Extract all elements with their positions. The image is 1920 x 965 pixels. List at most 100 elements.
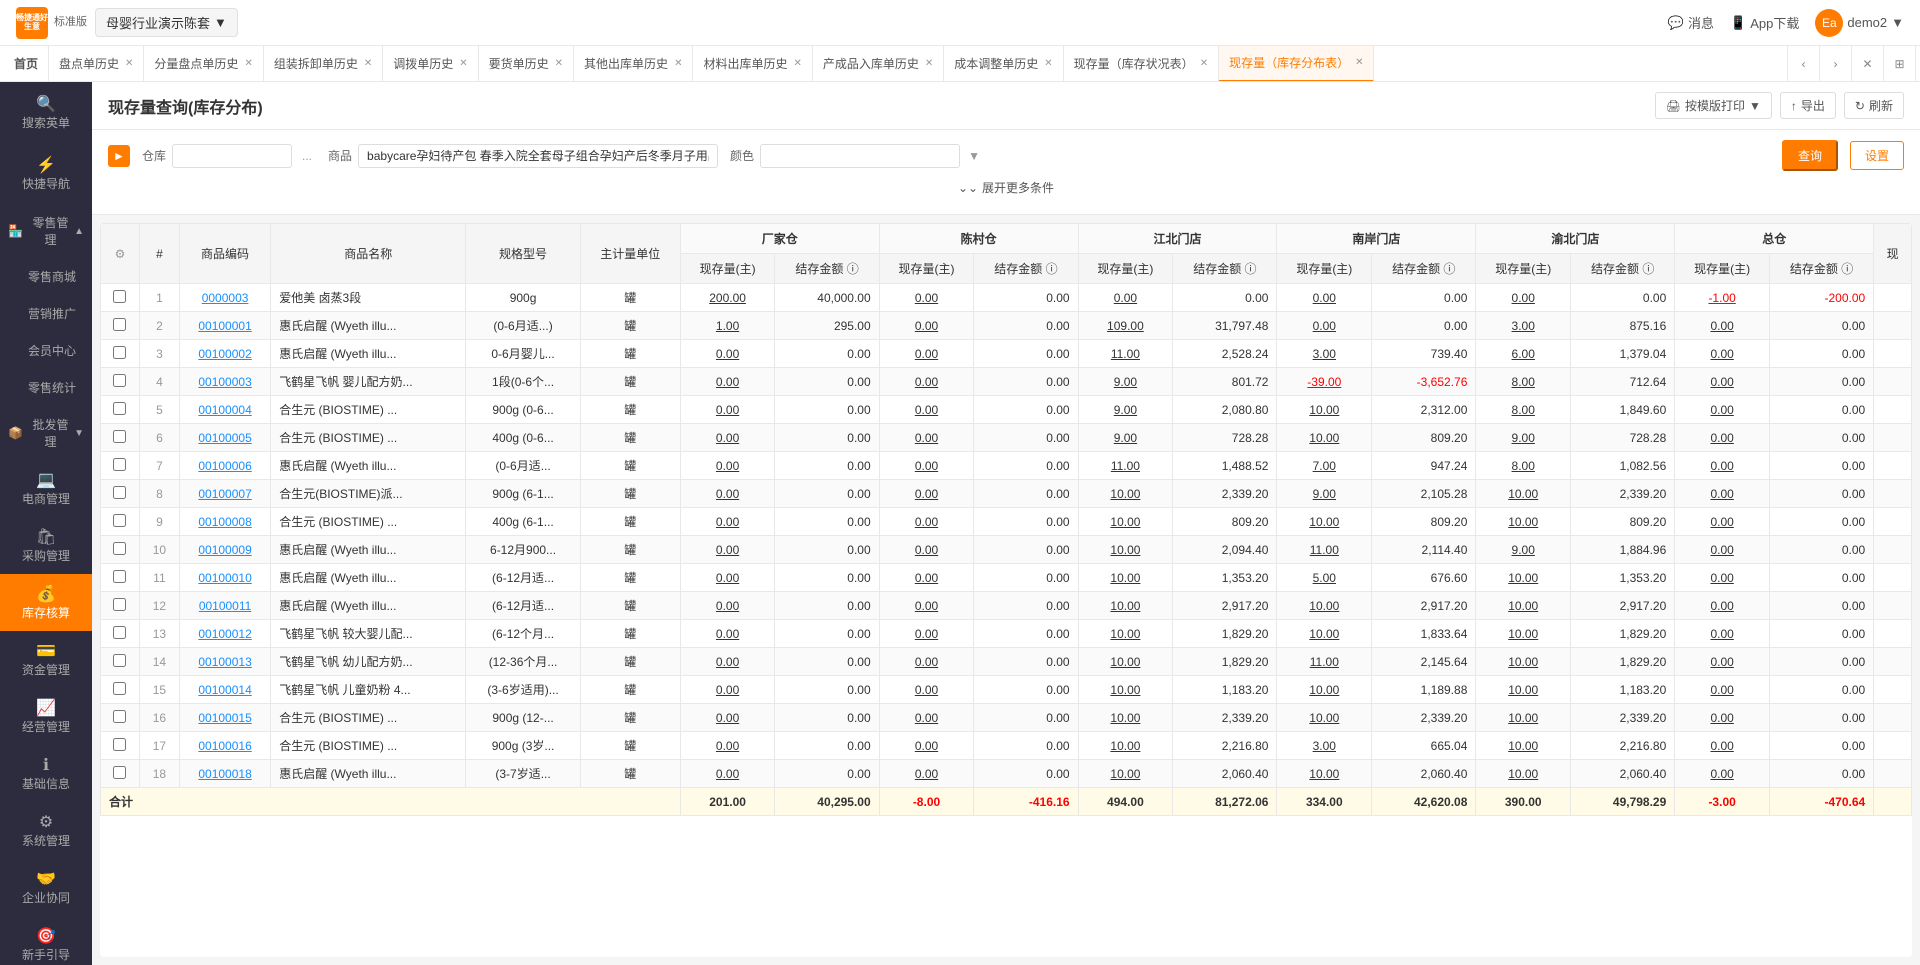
row-spec: 0-6月婴儿... [466,340,581,368]
tab-4[interactable]: 调拨单历史 ✕ [383,46,478,82]
row-j-amt: 2,528.24 [1173,340,1277,368]
row-checkbox[interactable] [101,564,140,592]
row-checkbox[interactable] [101,312,140,340]
sidebar-item-nav[interactable]: ⚡ 快捷导航 [0,143,92,204]
row-name: 飞鹤星飞帆 儿童奶粉 4... [271,676,466,704]
row-checkbox[interactable] [101,480,140,508]
tab-8[interactable]: 产成品入库单历史 ✕ [813,46,944,82]
sum-t-amt: -470.64 [1769,788,1873,816]
sidebar-item-business[interactable]: 📈 经营管理 [0,688,92,745]
settings-btn[interactable]: 设置 [1850,141,1904,170]
query-btn[interactable]: 查询 [1782,140,1838,171]
sidebar-item-marketing[interactable]: 营销推广 [0,295,92,332]
row-checkbox[interactable] [101,508,140,536]
row-spec: 900g (6-1... [466,480,581,508]
tab-10[interactable]: 现存量（库存状况表）✕ [1064,46,1219,82]
sidebar-item-purchase[interactable]: 🛍 采购管理 [0,517,92,574]
tab-close-icon[interactable]: ✕ [793,58,801,69]
row-checkbox[interactable] [101,424,140,452]
tab-prev-btn[interactable]: ‹ [1788,46,1820,82]
row-checkbox[interactable] [101,760,140,788]
industry-selector[interactable]: 母婴行业演示陈套 ▼ [95,8,238,37]
col-gear[interactable]: ⚙ [101,224,140,284]
tab-11-active[interactable]: 现存量（库存分布表）✕ [1219,46,1374,82]
tab-1[interactable]: 盘点单历史 ✕ [49,46,144,82]
print-btn[interactable]: 🖨 按模版打印 ▼ [1655,92,1772,119]
sidebar-item-member[interactable]: 会员中心 [0,332,92,369]
row-checkbox[interactable] [101,648,140,676]
row-j-qty: 10.00 [1078,676,1173,704]
sidebar-item-inventory[interactable]: 💰 库存核算 [0,574,92,631]
basic-icon: ℹ [4,755,88,775]
tab-expand-btn[interactable]: ⊞ [1884,46,1916,82]
tab-2[interactable]: 分量盘点单历史 ✕ [144,46,263,82]
goods-input[interactable] [358,144,718,168]
sidebar-item-retail-stats[interactable]: 零售统计 [0,369,92,406]
tab-close-icon[interactable]: ✕ [925,58,933,69]
col-current: 现 [1874,224,1912,284]
row-checkbox[interactable] [101,676,140,704]
row-checkbox[interactable] [101,732,140,760]
warehouse-dots-btn[interactable]: ... [298,149,316,163]
row-code: 00100001 [179,312,270,340]
row-checkbox[interactable] [101,340,140,368]
sidebar-item-guide[interactable]: 🎯 新手引导 [0,916,92,965]
tab-close-icon[interactable]: ✕ [1044,58,1052,69]
row-y-qty: 10.00 [1476,564,1571,592]
tab-6[interactable]: 其他出库单历史 ✕ [574,46,693,82]
tab-7[interactable]: 材料出库单历史 ✕ [693,46,812,82]
sidebar-item-system[interactable]: ⚙ 系统管理 [0,802,92,859]
row-checkbox[interactable] [101,396,140,424]
row-checkbox[interactable] [101,368,140,396]
tab-close-icon[interactable]: ✕ [244,58,252,69]
row-checkbox[interactable] [101,704,140,732]
row-checkbox[interactable] [101,284,140,312]
row-index: 9 [139,508,179,536]
tab-close-icon[interactable]: ✕ [364,58,372,69]
page-header: 现存量查询(库存分布) 🖨 按模版打印 ▼ ↑ 导出 ↻ 刷新 [92,82,1920,130]
refresh-btn[interactable]: ↻ 刷新 [1844,92,1904,119]
row-checkbox[interactable] [101,620,140,648]
row-name: 惠氏启醒 (Wyeth illu... [271,564,466,592]
row-t-amt: 0.00 [1769,760,1873,788]
sum-n-qty: 334.00 [1277,788,1372,816]
tab-close-icon[interactable]: ✕ [125,58,133,69]
tab-3[interactable]: 组装拆卸单历史 ✕ [264,46,383,82]
warehouse-input[interactable] [172,144,292,168]
app-download-btn[interactable]: 📱 App下载 [1730,13,1799,32]
sidebar-item-wholesale[interactable]: 📦 批发管理 ▼ [0,406,92,460]
table-row: 11 00100010 惠氏启醒 (Wyeth illu... (6-12月适.… [101,564,1912,592]
row-name: 惠氏启醒 (Wyeth illu... [271,340,466,368]
filter-collapse-btn[interactable]: ► [108,145,130,167]
user-menu[interactable]: Ea demo2 ▼ [1815,9,1904,37]
messages-btn[interactable]: 💬 消息 [1668,13,1714,32]
tab-close-icon[interactable]: ✕ [1200,58,1208,69]
sidebar-item-collab[interactable]: 🤝 企业协同 [0,859,92,916]
row-t-amt: -200.00 [1769,284,1873,312]
export-btn[interactable]: ↑ 导出 [1780,92,1836,119]
row-checkbox[interactable] [101,452,140,480]
row-code: 00100006 [179,452,270,480]
tab-close-icon[interactable]: ✕ [674,58,682,69]
color-input[interactable] [760,144,960,168]
tab-close-icon[interactable]: ✕ [459,58,467,69]
sidebar-item-search[interactable]: 🔍 搜索英单 [0,82,92,143]
sidebar-item-finance[interactable]: 💳 资金管理 [0,631,92,688]
tab-home[interactable]: 首页 [4,46,49,82]
row-checkbox[interactable] [101,536,140,564]
tab-9[interactable]: 成本调整单历史 ✕ [944,46,1063,82]
row-checkbox[interactable] [101,592,140,620]
tab-next-btn[interactable]: › [1820,46,1852,82]
row-f-qty: 0.00 [680,592,775,620]
sidebar-item-ecommerce[interactable]: 💻 电商管理 [0,460,92,517]
tab-close-icon[interactable]: ✕ [1355,57,1363,68]
sidebar-item-shop[interactable]: 零售商城 [0,258,92,295]
sidebar-item-basic[interactable]: ℹ 基础信息 [0,745,92,802]
tab-close-icon[interactable]: ✕ [555,58,563,69]
purchase-icon: 🛍 [4,527,88,547]
expand-conditions-btn[interactable]: ⌄⌄ 展开更多条件 [950,175,1062,200]
tab-5[interactable]: 要货单历史 ✕ [479,46,574,82]
sidebar-item-retail-mgmt[interactable]: 🏪 零售管理 ▲ [0,204,92,258]
row-j-qty: 9.00 [1078,424,1173,452]
tab-close-all-btn[interactable]: ✕ [1852,46,1884,82]
